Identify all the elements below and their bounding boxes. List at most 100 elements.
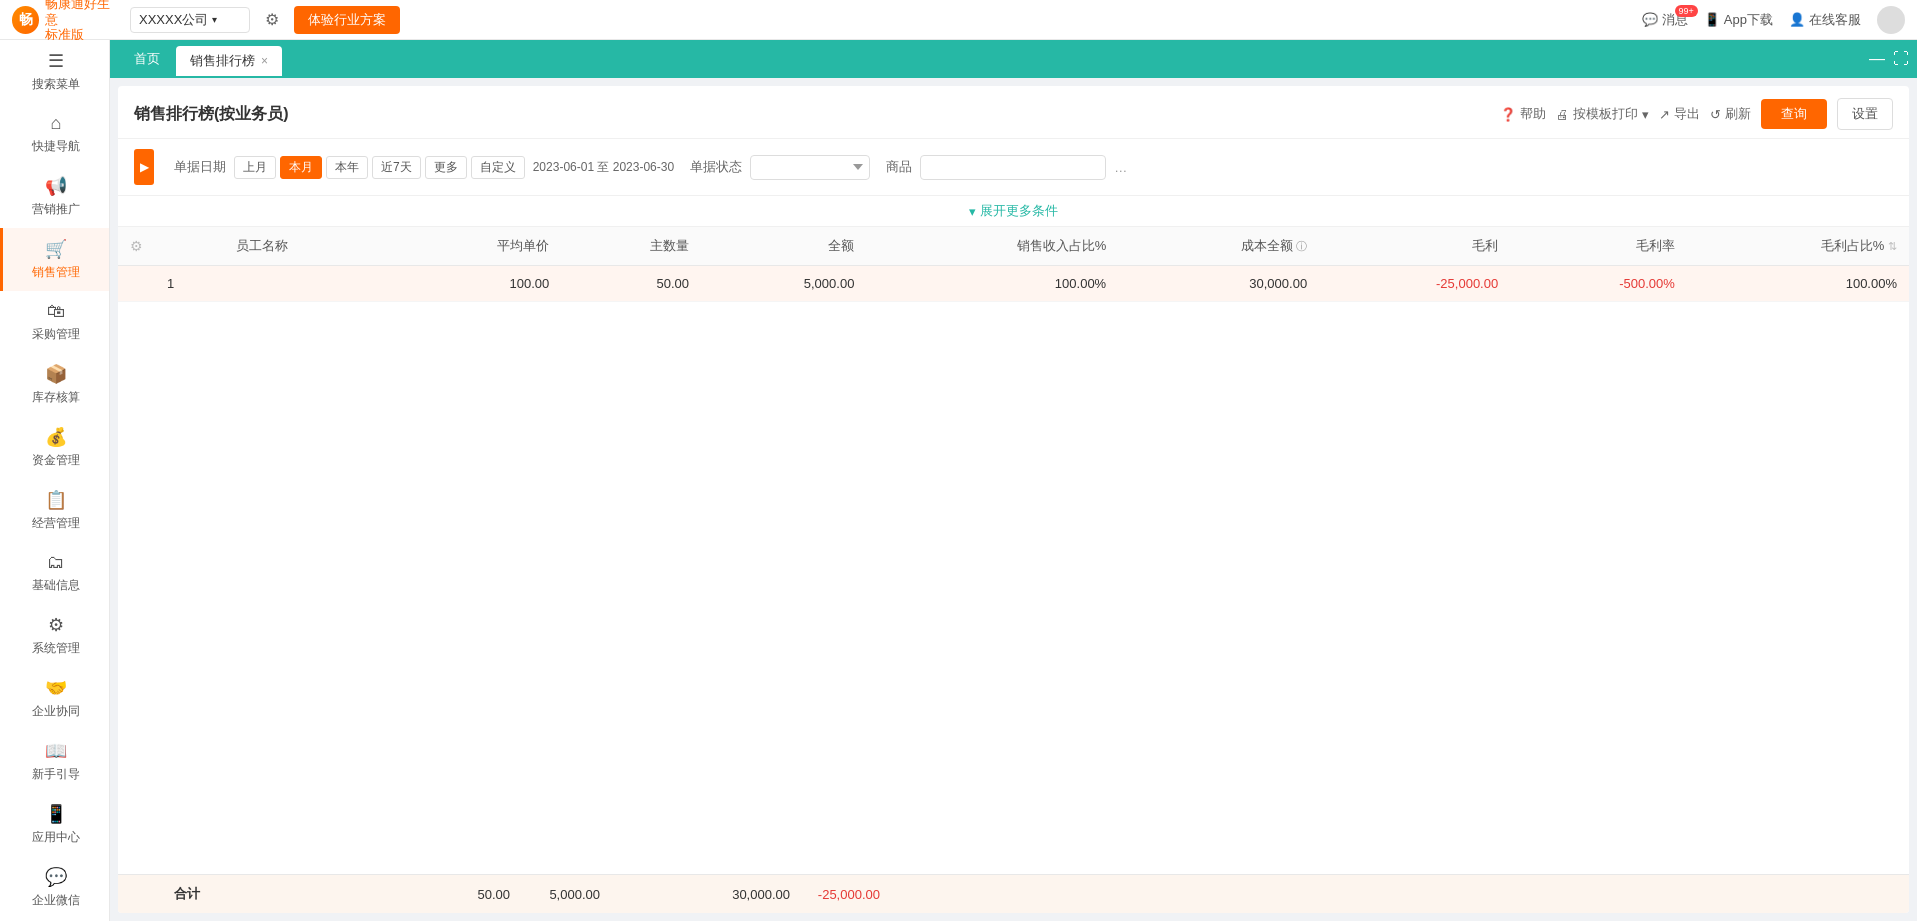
company-name: XXXXX公司	[139, 11, 208, 29]
sidebar-label-system: 系统管理	[32, 640, 80, 657]
message-button[interactable]: 💬 消息 99+	[1642, 11, 1688, 29]
shortcut-icon: ⌂	[51, 113, 62, 134]
settings-icon[interactable]: ⚙	[258, 6, 286, 34]
row-gross: -25,000.00	[1319, 266, 1510, 302]
page-title: 销售排行榜(按业务员)	[134, 104, 289, 125]
row-amount: 5,000.00	[701, 266, 866, 302]
app-icon: 📱	[1704, 12, 1720, 27]
query-button[interactable]: 查询	[1761, 99, 1827, 129]
logo-text: 畅康通好生意 标准版	[45, 0, 122, 43]
column-settings-icon[interactable]: ⚙	[130, 238, 143, 254]
finance-icon: 💰	[45, 426, 67, 448]
footer-amount: 5,000.00	[522, 887, 612, 902]
sidebar-item-finance[interactable]: 💰 资金管理	[0, 416, 109, 479]
sidebar-label-shortcut: 快捷导航	[32, 138, 80, 155]
sidebar-item-basic[interactable]: 🗂 基础信息	[0, 542, 109, 604]
sidebar-item-marketing[interactable]: 📢 营销推广	[0, 165, 109, 228]
system-icon: ⚙	[48, 614, 64, 636]
footer-gross: -25,000.00	[802, 887, 892, 902]
sidebar-label-apps: 应用中心	[32, 829, 80, 846]
tab-sales-ranking[interactable]: 销售排行榜 ×	[176, 46, 282, 76]
sidebar-label-sales: 销售管理	[32, 264, 80, 281]
sidebar-label-basic: 基础信息	[32, 577, 80, 594]
th-settings: ⚙	[118, 227, 155, 266]
print-icon: 🖨	[1556, 107, 1569, 122]
tab-bar: 首页 销售排行榜 × — ⛶	[110, 40, 1917, 78]
goods-filter-label: 商品	[886, 158, 912, 176]
last7-button[interactable]: 近7天	[372, 156, 421, 179]
sidebar-item-system[interactable]: ⚙ 系统管理	[0, 604, 109, 667]
th-gross-pct: 毛利占比% ⇅	[1687, 227, 1909, 266]
row-avg-price: 100.00	[393, 266, 562, 302]
service-icon: 👤	[1789, 12, 1805, 27]
row-sales-pct: 100.00%	[866, 266, 1118, 302]
expand-down-icon: ▾	[969, 204, 976, 219]
sidebar-item-search[interactable]: ☰ 搜索菜单	[0, 40, 109, 103]
filter-expand-arrow[interactable]: ▶	[134, 149, 154, 185]
sidebar-item-apps[interactable]: 📱 应用中心	[0, 793, 109, 856]
th-amount: 全额	[701, 227, 866, 266]
logo-icon: 畅	[12, 6, 39, 34]
sidebar-label-marketing: 营销推广	[32, 201, 80, 218]
app-download-button[interactable]: 📱 App下载	[1704, 11, 1773, 29]
company-selector[interactable]: XXXXX公司 ▾	[130, 7, 250, 33]
status-select[interactable]	[750, 155, 870, 180]
sidebar-item-sales[interactable]: 🛒 销售管理	[0, 228, 109, 291]
setting-button[interactable]: 设置	[1837, 98, 1893, 130]
help-button[interactable]: ❓ 帮助	[1500, 105, 1546, 123]
sidebar-item-operations[interactable]: 📋 经营管理	[0, 479, 109, 542]
th-rank	[155, 227, 224, 266]
date-buttons: 上月 本月 本年 近7天 更多 自定义	[234, 156, 525, 179]
row-gross-pct: 100.00%	[1687, 266, 1909, 302]
sidebar-item-shortcut[interactable]: ⌂ 快捷导航	[0, 103, 109, 165]
more-filters-icon[interactable]: …	[1114, 160, 1127, 175]
sidebar-item-enterprise[interactable]: 🤝 企业协同	[0, 667, 109, 730]
custom-date-button[interactable]: 自定义	[471, 156, 525, 179]
sidebar-item-guide[interactable]: 📖 新手引导	[0, 730, 109, 793]
sidebar-label-inventory: 库存核算	[32, 389, 80, 406]
top-bar: 畅 畅康通好生意 标准版 XXXXX公司 ▾ ⚙ 体验行业方案 💬 消息 99+…	[0, 0, 1917, 40]
th-name: 员工名称	[224, 227, 393, 266]
sidebar-item-inventory[interactable]: 📦 库存核算	[0, 353, 109, 416]
footer-label: 合计	[162, 885, 282, 903]
th-cost: 成本全额 ⓘ	[1118, 227, 1319, 266]
this-month-button[interactable]: 本月	[280, 156, 322, 179]
app-label: App下载	[1724, 11, 1773, 29]
this-year-button[interactable]: 本年	[326, 156, 368, 179]
sidebar-label-search: 搜索菜单	[32, 76, 80, 93]
table-container: ⚙ 员工名称 平均单价 主数量 全额 销售收入占比% 成本全额 ⓘ 毛利 毛利率…	[118, 227, 1909, 874]
table-row: 1 100.00 50.00 5,000.00 100.00% 30,000.0…	[118, 266, 1909, 302]
date-range-text: 2023-06-01 至 2023-06-30	[533, 159, 674, 176]
print-button[interactable]: 🖨 按模板打印 ▾	[1556, 105, 1649, 123]
expand-conditions-button[interactable]: ▾ 展开更多条件	[969, 202, 1058, 220]
purchase-icon: 🛍	[47, 301, 65, 322]
goods-input[interactable]	[920, 155, 1106, 180]
page-header: 销售排行榜(按业务员) ❓ 帮助 🖨 按模板打印 ▾ ↗ 导出	[118, 86, 1909, 139]
table-header-row: ⚙ 员工名称 平均单价 主数量 全额 销售收入占比% 成本全额 ⓘ 毛利 毛利率…	[118, 227, 1909, 266]
message-badge: 99+	[1675, 5, 1698, 17]
refresh-button[interactable]: ↺ 刷新	[1710, 105, 1751, 123]
online-service-button[interactable]: 👤 在线客服	[1789, 11, 1861, 29]
sidebar-item-wechat[interactable]: 💬 企业微信	[0, 856, 109, 919]
apps-icon: 📱	[45, 803, 67, 825]
last-month-button[interactable]: 上月	[234, 156, 276, 179]
tab-minimize-icon[interactable]: —	[1869, 50, 1885, 68]
tab-bar-right: — ⛶	[1869, 50, 1909, 68]
logo: 畅 畅康通好生意 标准版	[12, 0, 122, 43]
tab-maximize-icon[interactable]: ⛶	[1893, 50, 1909, 68]
tab-home[interactable]: 首页	[118, 40, 176, 78]
more-date-button[interactable]: 更多	[425, 156, 467, 179]
row-qty: 50.00	[561, 266, 701, 302]
data-table: ⚙ 员工名称 平均单价 主数量 全额 销售收入占比% 成本全额 ⓘ 毛利 毛利率…	[118, 227, 1909, 302]
avatar[interactable]	[1877, 6, 1905, 34]
guide-icon: 📖	[45, 740, 67, 762]
sidebar-item-purchase[interactable]: 🛍 采购管理	[0, 291, 109, 353]
print-chevron-icon: ▾	[1642, 107, 1649, 122]
tab-close-icon[interactable]: ×	[261, 54, 268, 68]
basic-icon: 🗂	[47, 552, 65, 573]
top-bar-right: 💬 消息 99+ 📱 App下载 👤 在线客服	[1642, 6, 1905, 34]
export-button[interactable]: ↗ 导出	[1659, 105, 1700, 123]
row-name	[224, 266, 393, 302]
trial-button[interactable]: 体验行业方案	[294, 6, 400, 34]
th-sales-pct: 销售收入占比%	[866, 227, 1118, 266]
